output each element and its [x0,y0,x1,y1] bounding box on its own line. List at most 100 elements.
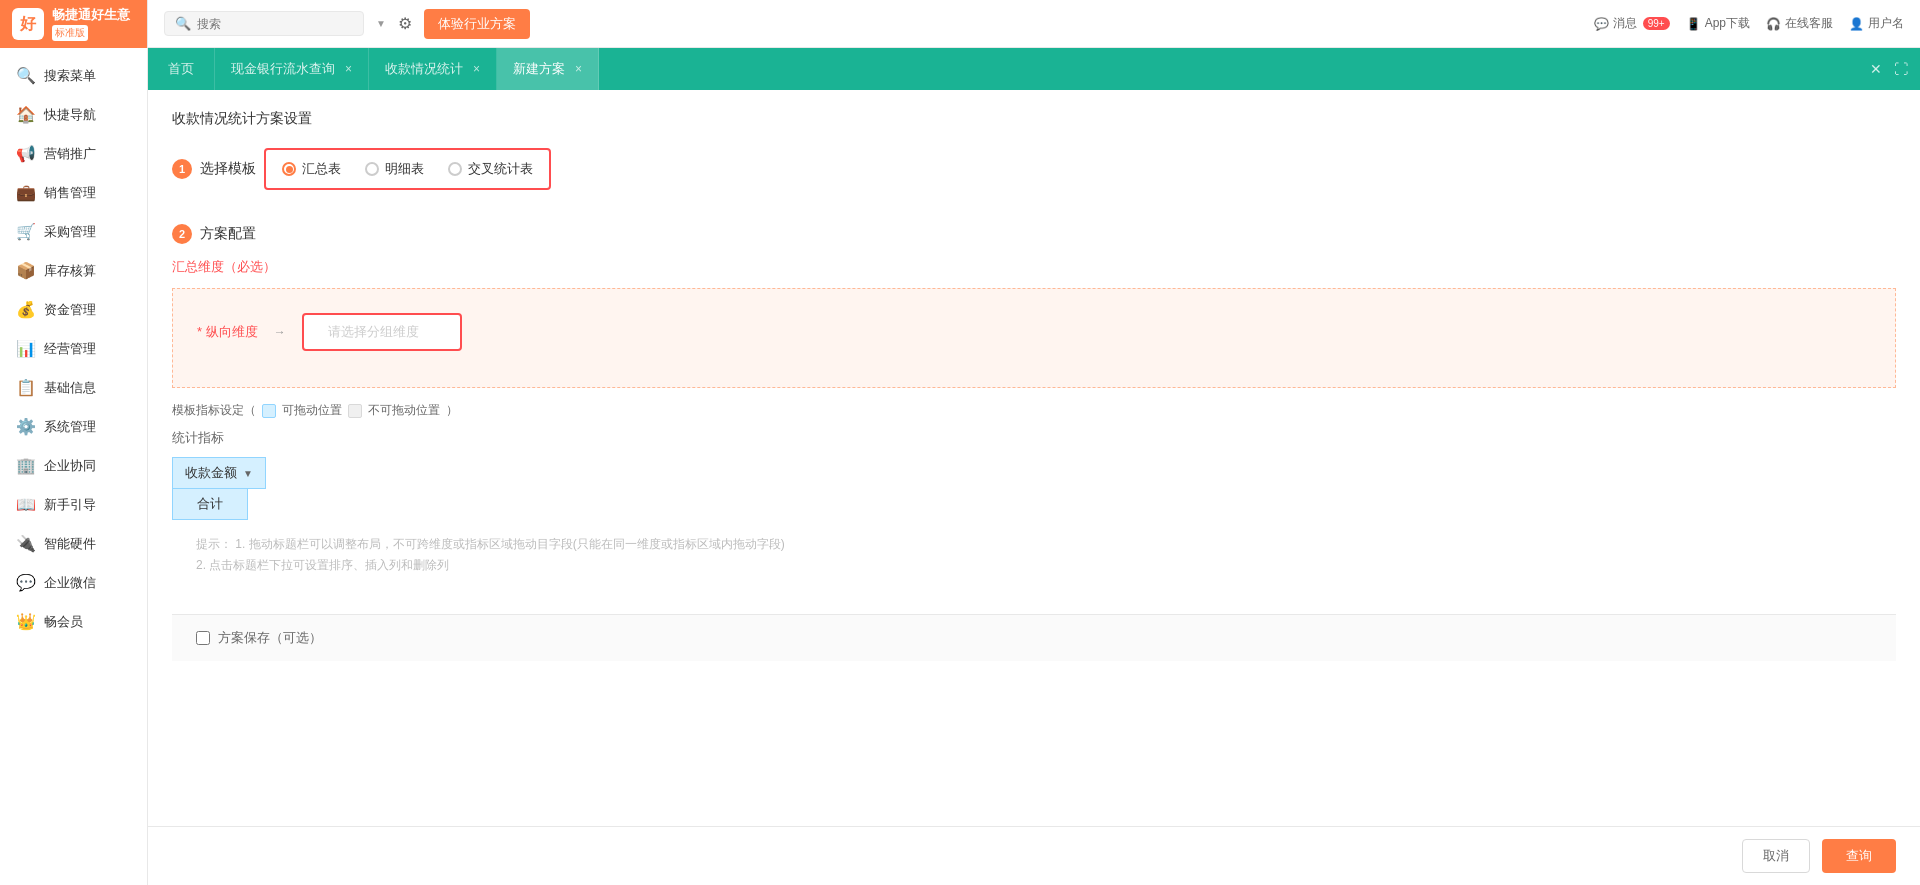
search-icon: 🔍 [175,16,191,31]
tab-newplan-label: 新建方案 [513,60,565,78]
tip-1: 提示： 1. 拖动标题栏可以调整布局，不可跨维度或指标区域拖动目字段(只能在同一… [196,536,1872,553]
sidebar-item-inventory[interactable]: 📦 库存核算 [0,251,147,290]
save-label: 方案保存（可选） [218,629,322,647]
sidebar-item-sales[interactable]: 💼 销售管理 [0,173,147,212]
query-button[interactable]: 查询 [1822,839,1896,873]
sidebar-item-hardware[interactable]: 🔌 智能硬件 [0,524,147,563]
sidebar-item-finance[interactable]: 💰 资金管理 [0,290,147,329]
search-input[interactable] [197,17,353,31]
wechat-icon: 💬 [16,573,36,592]
metric-dropdown-icon[interactable]: ▼ [243,468,253,479]
sidebar-logo: 好 畅捷通好生意 标准版 [0,0,147,48]
download-icon: 📱 [1686,17,1701,31]
sidebar-label-search: 搜索菜单 [44,67,96,85]
step2-num: 2 [172,224,192,244]
sidebar-item-system[interactable]: ⚙️ 系统管理 [0,407,147,446]
sidebar-item-basic[interactable]: 📋 基础信息 [0,368,147,407]
sidebar-item-enterprise[interactable]: 🏢 企业协同 [0,446,147,485]
sidebar-item-member[interactable]: 👑 畅会员 [0,602,147,641]
step1-header: 1 选择模板 汇总表 明细表 交叉统计表 [172,148,1896,190]
tab-cashflow-close[interactable]: × [345,62,352,76]
legend-draggable-box [262,404,276,418]
metric-item-amount[interactable]: 收款金额 ▼ [172,457,266,489]
sidebar-label-management: 经营管理 [44,340,96,358]
radio-detail-label: 明细表 [385,160,424,178]
box-icon: 📦 [16,261,36,280]
top-header: 🔍 ▼ ⚙ 体验行业方案 💬 消息 99+ 📱 App下载 🎧 在线客服 👤 用… [148,0,1920,48]
step1-section: 1 选择模板 汇总表 明细表 交叉统计表 [172,148,1896,204]
step2-section: 2 方案配置 汇总维度（必选） * 纵向维度 → 请选择分组维度 [172,224,1896,594]
trial-button[interactable]: 体验行业方案 [424,9,530,39]
logo-icon: 好 [12,8,44,40]
sidebar-label-sales: 销售管理 [44,184,96,202]
download-btn[interactable]: 📱 App下载 [1686,15,1750,32]
save-checkbox[interactable] [196,631,210,645]
metrics-legend-row: 模板指标设定（ 可拖动位置 不可拖动位置 ） [172,388,1896,429]
dropdown-arrow-icon[interactable]: ▼ [376,18,386,29]
tab-cashflow-label: 现金银行流水查询 [231,60,335,78]
footer-actions: 取消 查询 [148,826,1920,885]
header-search-box[interactable]: 🔍 [164,11,364,36]
sidebar-label-enterprise: 企业协同 [44,457,96,475]
dimension-config-label: 汇总维度（必选） [172,258,1896,276]
sidebar-item-purchase[interactable]: 🛒 采购管理 [0,212,147,251]
sidebar-label-quicknav: 快捷导航 [44,106,96,124]
notification-icon: 💬 [1594,17,1609,31]
tab-receipt[interactable]: 收款情况统计 × [369,48,497,90]
sidebar-item-quicknav[interactable]: 🏠 快捷导航 [0,95,147,134]
metric-subtotal: 合计 [172,489,248,520]
radio-crosstab[interactable]: 交叉统计表 [448,160,533,178]
sidebar-item-marketing[interactable]: 📢 营销推广 [0,134,147,173]
template-options: 汇总表 明细表 交叉统计表 [264,148,551,190]
sidebar-label-guide: 新手引导 [44,496,96,514]
sidebar-label-system: 系统管理 [44,418,96,436]
money-icon: 💰 [16,300,36,319]
metric-column: 收款金额 ▼ 合计 [172,457,266,520]
sidebar-item-search[interactable]: 🔍 搜索菜单 [0,56,147,95]
dimension-row: * 纵向维度 → 请选择分组维度 [197,313,1871,351]
radio-crosstab-label: 交叉统计表 [468,160,533,178]
notification-btn[interactable]: 💬 消息 99+ [1594,15,1670,32]
tab-close-all-icon[interactable]: ✕ [1870,61,1882,77]
support-btn[interactable]: 🎧 在线客服 [1766,15,1833,32]
tab-receipt-label: 收款情况统计 [385,60,463,78]
dimension-arrow-icon: → [274,325,286,339]
tab-actions: ✕ ⛶ [1858,61,1920,77]
enterprise-icon: 🏢 [16,456,36,475]
radio-crosstab-btn[interactable] [448,162,462,176]
tab-bar: 首页 现金银行流水查询 × 收款情况统计 × 新建方案 × ✕ ⛶ [148,48,1920,90]
radio-summary-label: 汇总表 [302,160,341,178]
radio-detail[interactable]: 明细表 [365,160,424,178]
step1-title: 选择模板 [200,160,256,178]
tip-2: 2. 点击标题栏下拉可设置排序、插入列和删除列 [196,557,1872,574]
logo-text-block: 畅捷通好生意 标准版 [52,7,130,41]
sales-icon: 💼 [16,183,36,202]
tab-newplan-close[interactable]: × [575,62,582,76]
sidebar-label-basic: 基础信息 [44,379,96,397]
tab-expand-icon[interactable]: ⛶ [1894,61,1908,77]
tab-home-label: 首页 [168,60,194,78]
cart-icon: 🛒 [16,222,36,241]
sidebar-item-wechat[interactable]: 💬 企业微信 [0,563,147,602]
tab-newplan[interactable]: 新建方案 × [497,48,599,90]
metrics-settings-label: 模板指标设定（ [172,402,256,419]
tab-receipt-close[interactable]: × [473,62,480,76]
settings-icon[interactable]: ⚙ [398,14,412,33]
radio-summary-btn[interactable] [282,162,296,176]
dimension-area: * 纵向维度 → 请选择分组维度 [172,288,1896,388]
user-menu[interactable]: 👤 用户名 [1849,15,1904,32]
step2-title: 方案配置 [200,225,256,243]
tab-cashflow[interactable]: 现金银行流水查询 × [215,48,369,90]
sidebar-label-finance: 资金管理 [44,301,96,319]
sidebar: 好 畅捷通好生意 标准版 🔍 搜索菜单 🏠 快捷导航 📢 营销推广 💼 销售管理… [0,0,148,885]
legend-fixed: 不可拖动位置 [348,402,440,419]
radio-detail-btn[interactable] [365,162,379,176]
support-label: 在线客服 [1785,15,1833,32]
clipboard-icon: 📋 [16,378,36,397]
cancel-button[interactable]: 取消 [1742,839,1810,873]
tab-home[interactable]: 首页 [148,48,215,90]
radio-summary[interactable]: 汇总表 [282,160,341,178]
sidebar-item-management[interactable]: 📊 经营管理 [0,329,147,368]
sidebar-item-guide[interactable]: 📖 新手引导 [0,485,147,524]
dimension-placeholder[interactable]: 请选择分组维度 [302,313,462,351]
